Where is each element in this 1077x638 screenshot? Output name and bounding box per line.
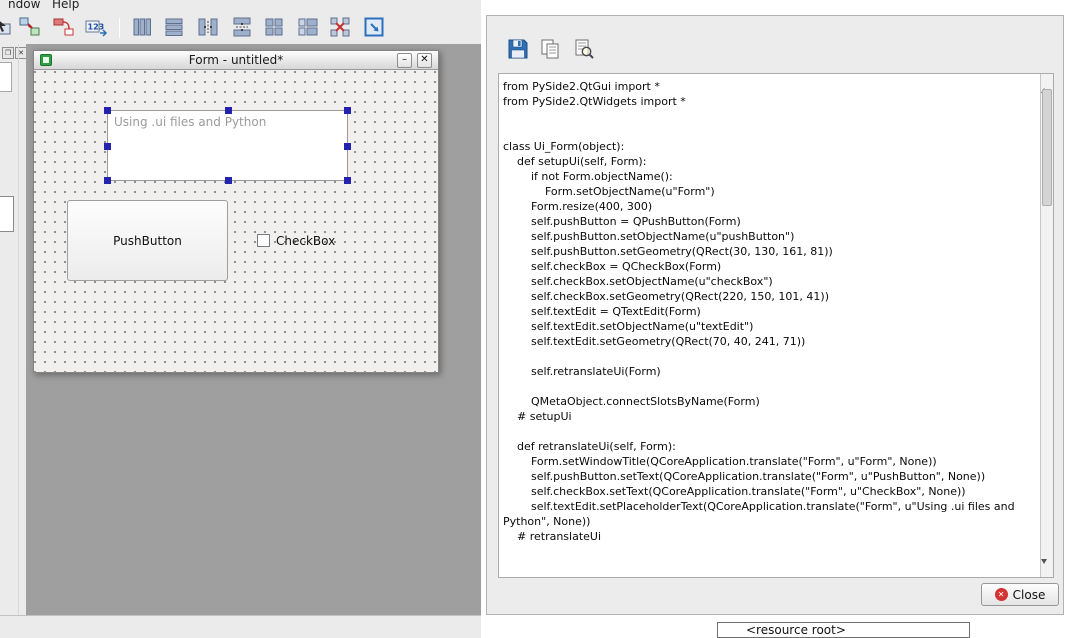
left-dock-rail: ❐ ✕ [0,44,26,615]
vertical-scrollbar[interactable] [1040,74,1053,577]
code-line: Form.setObjectName(u"Form") [503,184,1038,199]
code-line: self.textEdit = QTextEdit(Form) [503,304,1038,319]
menu-window[interactable]: ndow [8,0,40,11]
code-line: self.pushButton.setText(QCoreApplication… [503,469,1038,484]
layout-vertically-icon[interactable] [162,15,186,39]
code-line: from PySide2.QtWidgets import * [503,94,1038,109]
selection-handle-top-right[interactable] [344,107,351,114]
code-line: def retranslateUi(self, Form): [503,439,1038,454]
code-line: self.checkBox.setObjectName(u"checkBox") [503,274,1038,289]
dock-panel-edge-2 [0,196,14,232]
designer-main-window: ndow Help 123 [0,0,481,638]
code-line [503,424,1038,439]
code-line: # setupUi [503,409,1038,424]
dock-splitter[interactable] [18,44,19,615]
resource-root-item[interactable]: <resource root> [746,623,969,637]
layout-vertical-splitter-icon[interactable] [230,15,254,39]
selection-handle-top-left[interactable] [104,107,111,114]
selection-handle-top-middle[interactable] [225,107,232,114]
selection-handle-middle-right[interactable] [344,143,351,150]
form-canvas[interactable]: Using .ui files and Python PushButton Ch… [34,70,438,372]
selection-handle-bottom-left[interactable] [104,177,111,184]
resource-browser-panel: <resource root> [717,622,970,638]
checkbox-label: CheckBox [276,234,335,248]
menubar: ndow Help [0,0,481,11]
form-window-titlebar[interactable]: Form - untitled* – ✕ [34,51,438,70]
toolbar-separator [119,18,120,38]
layout-form-icon[interactable] [296,15,320,39]
code-view[interactable]: from PySide2.QtGui import *from PySide2.… [498,73,1054,578]
code-line: self.pushButton.setGeometry(QRect(30, 13… [503,244,1038,259]
copy-icon[interactable] [538,37,562,61]
code-line: Form.setWindowTitle(QCoreApplication.tra… [503,454,1038,469]
adjust-size-icon[interactable] [362,15,386,39]
break-layout-icon[interactable] [328,15,352,39]
textedit-widget[interactable]: Using .ui files and Python [107,110,348,181]
pushbutton-label: PushButton [113,234,182,248]
form-window-icon [40,54,52,66]
code-line: self.retranslateUi(Form) [503,364,1038,379]
code-line: self.checkBox = QCheckBox(Form) [503,259,1038,274]
code-line: # retranslateUi [503,529,1038,544]
form-window-title: Form - untitled* [34,51,438,69]
window-minimize-button[interactable]: – [397,53,412,68]
mdi-area: Form - untitled* – ✕ Using .ui files and… [26,44,481,615]
code-line: class Ui_Form(object): [503,139,1038,154]
edit-signals-slots-icon[interactable] [18,15,42,39]
window-close-button[interactable]: ✕ [417,53,432,68]
layout-horizontal-splitter-icon[interactable] [196,15,220,39]
edit-widgets-icon[interactable] [0,15,14,39]
selection-handle-middle-left[interactable] [104,143,111,150]
checkbox-indicator[interactable] [257,234,270,247]
code-line: if not Form.objectName(): [503,169,1038,184]
find-icon[interactable] [572,37,596,61]
form-designer-window: Form - untitled* – ✕ Using .ui files and… [33,50,439,373]
close-button[interactable]: ✕ Close [981,583,1059,606]
checkbox-widget[interactable]: CheckBox [257,220,358,261]
main-toolbar: 123 [0,12,481,44]
scroll-down-arrow-icon[interactable] [1041,564,1053,577]
layout-horizontally-icon[interactable] [130,15,154,39]
pushbutton-widget[interactable]: PushButton [67,200,228,281]
code-line: self.checkBox.setText(QCoreApplication.t… [503,484,1038,499]
code-line [503,124,1038,139]
selection-handle-bottom-right[interactable] [344,177,351,184]
code-line: from PySide2.QtGui import * [503,79,1038,94]
code-line: QMetaObject.connectSlotsByName(Form) [503,394,1038,409]
save-icon[interactable] [506,37,530,61]
menu-help[interactable]: Help [52,0,79,11]
layout-grid-icon[interactable] [262,15,286,39]
code-line: self.checkBox.setGeometry(QRect(220, 150… [503,289,1038,304]
close-button-label: Close [1013,588,1046,602]
code-line [503,379,1038,394]
code-line: def setupUi(self, Form): [503,154,1038,169]
dock-float-button[interactable]: ❐ [2,47,14,59]
edit-tab-order-icon[interactable]: 123 [84,15,108,39]
scrollbar-thumb[interactable] [1042,89,1052,206]
code-line: self.pushButton.setObjectName(u"pushButt… [503,229,1038,244]
code-line: self.pushButton = QPushButton(Form) [503,214,1038,229]
svg-text:123: 123 [88,23,105,32]
code-line: self.textEdit.setPlaceholderText(QCoreAp… [503,499,1038,529]
code-line: self.textEdit.setGeometry(QRect(70, 40, … [503,334,1038,349]
status-strip [0,615,481,638]
code-line: Form.resize(400, 300) [503,199,1038,214]
dock-panel-edge [0,62,12,92]
code-line [503,349,1038,364]
code-preview-dialog: from PySide2.QtGui import *from PySide2.… [486,15,1064,615]
code-line [503,109,1038,124]
textedit-placeholder: Using .ui files and Python [108,111,347,133]
code-line: self.textEdit.setObjectName(u"textEdit") [503,319,1038,334]
edit-buddies-icon[interactable] [52,15,76,39]
close-icon: ✕ [995,588,1008,601]
code-content[interactable]: from PySide2.QtGui import *from PySide2.… [499,74,1040,577]
scroll-up-arrow-icon[interactable] [1041,74,1053,87]
selection-handle-bottom-middle[interactable] [225,177,232,184]
